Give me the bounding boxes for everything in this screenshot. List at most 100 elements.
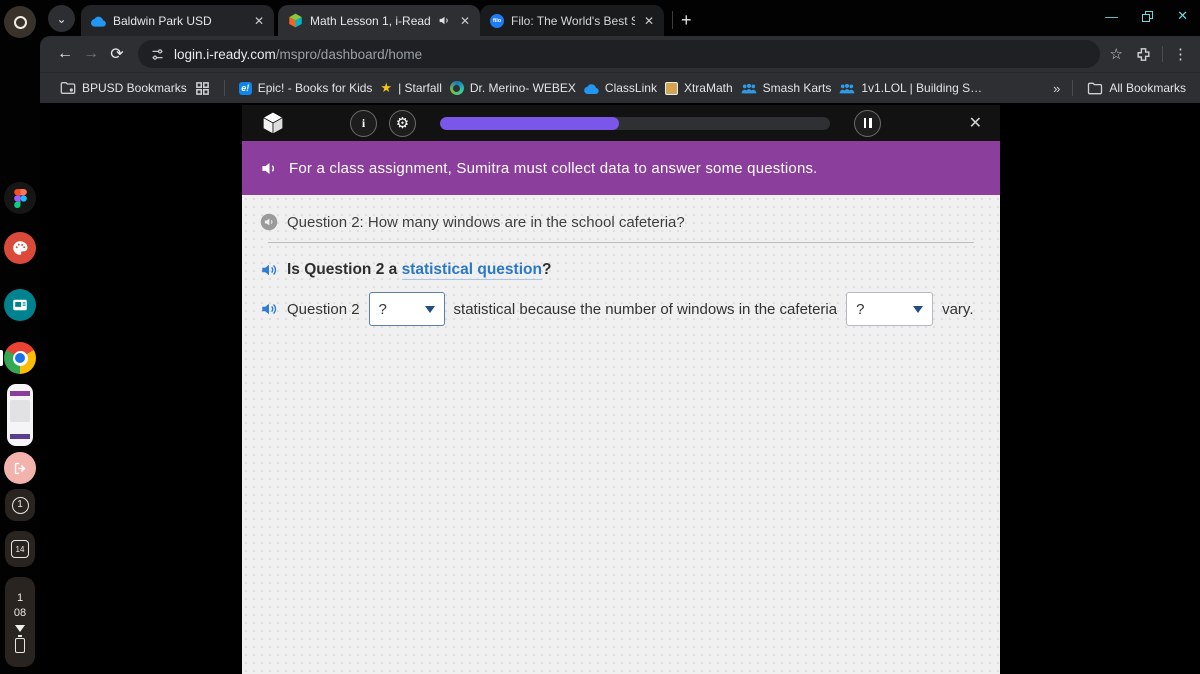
clock-minute: 08	[13, 606, 27, 619]
bookmarks-separator	[1072, 80, 1074, 96]
close-tab-icon[interactable]: ✕	[252, 14, 266, 28]
minimize-button[interactable]: —	[1105, 9, 1118, 24]
close-lesson-button[interactable]: ✕	[969, 113, 982, 133]
prompt-row: Is Question 2 a statistical question?	[242, 261, 1000, 280]
url-text: login.i-ready.com/mspro/dashboard/home	[174, 47, 422, 62]
bookmarks-overflow-button[interactable]: »	[1053, 81, 1060, 96]
forward-button[interactable]: →	[78, 45, 104, 63]
info-button[interactable]: i	[350, 109, 377, 137]
iready-cube-icon	[289, 13, 302, 28]
answer-dropdown-2[interactable]: ?	[846, 292, 934, 326]
shelf-item-chrome[interactable]	[4, 342, 36, 374]
cloud-icon	[91, 16, 106, 27]
prompt-text: Is Question 2 a statistical question?	[287, 261, 552, 280]
apps-grid-icon[interactable]	[195, 81, 210, 96]
shelf-item-figma[interactable]	[4, 182, 36, 214]
restore-button[interactable]	[1142, 10, 1154, 22]
answer-middle: statistical because the number of window…	[453, 300, 838, 318]
settings-button[interactable]: ⚙	[389, 109, 416, 137]
bookmark-xtramath[interactable]: X XtraMath	[664, 81, 733, 95]
reload-button[interactable]: ⟳	[104, 44, 130, 64]
divider	[268, 242, 974, 243]
tab-search-button[interactable]: ⌄	[48, 5, 75, 32]
bookmark-label: 1v1.LOL | Building S…	[861, 81, 983, 95]
battery-icon	[15, 634, 25, 653]
answer-dropdown-1[interactable]: ?	[368, 292, 445, 326]
tab-math-lesson[interactable]: Math Lesson 1, i-Ready ✕	[278, 5, 480, 36]
shelf-item-kiosk[interactable]	[4, 289, 36, 321]
chevron-down-icon: ⌄	[56, 11, 67, 26]
bookmark-webex[interactable]: Dr. Merino- WEBEX	[449, 81, 576, 95]
star-icon: ★	[380, 80, 393, 95]
all-bookmarks-button[interactable]: All Bookmarks	[1087, 81, 1186, 95]
browser-window: ⌄ Baldwin Park USD ✕ Math Lesson 1, i-Re…	[40, 0, 1200, 674]
screen: 1 14 1 08 ⌄ Baldwin Park USD ✕ Math Less…	[0, 0, 1200, 674]
exit-icon	[14, 462, 25, 474]
pause-icon	[863, 118, 872, 128]
bookmarks-separator	[223, 80, 225, 96]
status-tray[interactable]: 1 08	[5, 577, 35, 667]
bookmark-label: Dr. Merino- WEBEX	[469, 81, 576, 95]
bookmark-smash-karts[interactable]: Smash Karts	[741, 81, 832, 95]
bookmark-label: BPUSD Bookmarks	[82, 81, 187, 95]
dropdown-value: ?	[378, 300, 387, 318]
tune-icon[interactable]	[150, 47, 165, 62]
question-row: Question 2: How many windows are in the …	[242, 213, 1000, 231]
shelf-item-window-preview[interactable]	[7, 384, 33, 446]
tab-baldwin-park[interactable]: Baldwin Park USD ✕	[81, 5, 274, 36]
bookmark-classlink[interactable]: ClassLink	[584, 81, 657, 95]
bookmark-label: ClassLink	[604, 81, 657, 95]
shelf-item-sign-out[interactable]	[4, 452, 36, 484]
bookmark-label: Epic! - Books for Kids	[257, 81, 373, 95]
notification-count: 1	[11, 496, 29, 514]
address-bar[interactable]: login.i-ready.com/mspro/dashboard/home	[138, 40, 1100, 68]
statistical-question-link[interactable]: statistical question	[401, 261, 542, 280]
calendar-tray[interactable]: 14	[5, 531, 35, 567]
all-bookmarks-label: All Bookmarks	[1109, 81, 1186, 95]
tab-title: Baldwin Park USD	[113, 13, 212, 28]
launcher-ring-icon	[13, 15, 27, 29]
people-icon	[741, 83, 757, 93]
window-controls: — ✕	[1105, 8, 1188, 24]
bookmark-label: | Starfall	[398, 81, 442, 95]
bookmark-epic[interactable]: e! Epic! - Books for Kids	[238, 81, 373, 95]
tab-title: Filo: The World's Best Study He	[511, 13, 635, 28]
menu-kebab-icon[interactable]: ⋮	[1173, 45, 1188, 63]
close-window-button[interactable]: ✕	[1177, 8, 1188, 24]
people-icon	[839, 83, 855, 93]
active-app-indicator	[0, 350, 3, 366]
new-tab-button[interactable]: +	[681, 10, 692, 31]
notification-counter[interactable]: 1	[5, 489, 35, 521]
answer-lead: Question 2	[287, 300, 360, 318]
iready-cube-logo	[262, 111, 284, 135]
back-button[interactable]: ←	[52, 45, 78, 63]
close-tab-icon[interactable]: ✕	[642, 14, 656, 28]
pause-button[interactable]	[854, 109, 881, 137]
bookmark-label: Smash Karts	[762, 81, 832, 95]
url-path: /mspro/dashboard/home	[275, 46, 423, 62]
bookmark-1v1lol[interactable]: 1v1.LOL | Building S…	[839, 81, 982, 95]
gear-icon: ⚙	[395, 114, 410, 132]
banner-text: For a class assignment, Sumitra must col…	[289, 159, 818, 177]
bookmark-star-icon[interactable]: ☆	[1110, 45, 1123, 63]
toolbar-separator	[1162, 46, 1163, 62]
tab-strip: ⌄ Baldwin Park USD ✕ Math Lesson 1, i-Re…	[40, 0, 1200, 36]
shelf-item-canvas[interactable]	[4, 232, 36, 264]
xtramath-icon: X	[664, 81, 678, 95]
bookmark-starfall[interactable]: ★ | Starfall	[380, 80, 441, 96]
launcher-button[interactable]	[4, 6, 36, 38]
speaker-icon[interactable]	[260, 261, 278, 279]
bookmarks-bar: BPUSD Bookmarks e! Epic! - Books for Kid…	[40, 72, 1200, 103]
clock-hour: 1	[16, 591, 24, 604]
extensions-icon[interactable]	[1135, 46, 1152, 63]
speaker-icon[interactable]	[260, 213, 278, 231]
bookmark-managed-folder[interactable]: BPUSD Bookmarks	[60, 81, 187, 95]
speaker-icon[interactable]	[260, 159, 279, 178]
speaker-icon[interactable]	[260, 300, 278, 318]
lesson-banner: For a class assignment, Sumitra must col…	[242, 141, 1000, 195]
iready-lesson-panel: i ⚙ ✕ For a class assignment, Sumitra mu…	[242, 105, 1000, 674]
tab-audio-icon[interactable]	[438, 14, 451, 27]
palette-icon	[13, 241, 28, 255]
tab-filo[interactable]: filo Filo: The World's Best Study He ✕	[480, 5, 664, 36]
close-tab-icon[interactable]: ✕	[458, 14, 472, 28]
